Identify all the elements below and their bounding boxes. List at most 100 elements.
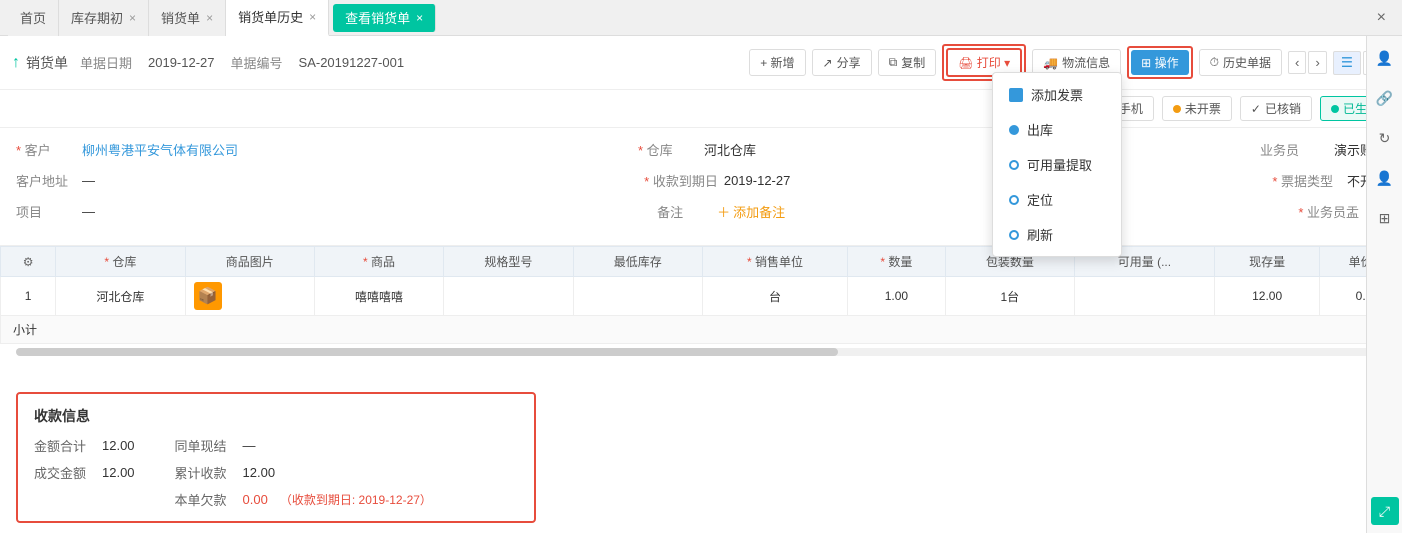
tab-sales[interactable]: 销货单 ×	[149, 0, 226, 36]
tab-sales-history[interactable]: 销货单历史 ×	[226, 0, 329, 36]
date-label: 单据日期	[80, 53, 132, 72]
amount-total-value: 12.00	[102, 438, 135, 453]
next-button[interactable]: ›	[1308, 51, 1326, 74]
outbound-item[interactable]: 出库	[993, 112, 1121, 147]
truck-icon: 🚚	[1043, 56, 1058, 70]
doc-type-label: 销货单	[26, 53, 68, 73]
tab-home[interactable]: 首页	[8, 0, 59, 36]
accumulated-value: 12.00	[243, 465, 276, 480]
row-spec	[444, 277, 573, 316]
payment-info-section: 收款信息 金额合计 12.00 成交金额 12.00 同单现结 — 累计收款	[16, 392, 536, 523]
note-label: 备注	[657, 202, 717, 221]
grid-icon: ⊞	[1141, 56, 1151, 70]
col-current-stock: 现存量	[1214, 247, 1319, 277]
table-area: ⚙ 仓库 商品图片 商品 规格型号 最低库存 销售单位 数量 包装数量 可用量 …	[0, 246, 1402, 382]
row-available	[1074, 277, 1214, 316]
row-quantity: 1.00	[848, 277, 946, 316]
transaction-value: 12.00	[102, 465, 135, 480]
tab-inventory[interactable]: 库存期初 ×	[59, 0, 149, 36]
global-close-button[interactable]: ×	[1369, 5, 1394, 31]
not-open-button[interactable]: 未开票	[1162, 96, 1232, 121]
row-min-stock	[573, 277, 702, 316]
warehouse-value: 河北仓库	[704, 140, 756, 159]
doc-meta: 单据日期 2019-12-27 单据编号 SA-20191227-001	[80, 53, 404, 72]
refresh-icon	[1009, 230, 1019, 240]
history-button[interactable]: ⏱ 历史单据	[1199, 49, 1282, 76]
accumulated-label: 累计收款	[175, 463, 235, 482]
product-table: ⚙ 仓库 商品图片 商品 规格型号 最低库存 销售单位 数量 包装数量 可用量 …	[0, 246, 1402, 344]
add-invoice-item[interactable]: 添加发票	[993, 77, 1121, 112]
subtotal-label: 小计	[1, 316, 1402, 344]
project-label: 项目	[16, 202, 76, 221]
no-label: 单据编号	[231, 53, 283, 72]
copy-button[interactable]: ⧉ 复制	[878, 49, 937, 76]
new-button[interactable]: + 新增	[749, 49, 805, 76]
list-view-button[interactable]: ☰	[1333, 51, 1361, 75]
warehouse-label: 仓库	[638, 140, 698, 159]
sidebar-expand-icon[interactable]: ⤢	[1371, 497, 1399, 525]
sidebar-contacts-icon[interactable]: 👤	[1371, 44, 1399, 72]
operation-dropdown: 添加发票 出库 可用量提取 定位 刷新	[992, 72, 1122, 257]
payment-date-value: 2019-12-27	[724, 173, 791, 188]
payment-info-rows: 金额合计 12.00 成交金额 12.00 同单现结 — 累计收款 12.00	[34, 436, 518, 509]
status-bar: 📱 来自手机 未开票 ✓ 已核销 已生效	[0, 90, 1402, 128]
staff-label: 业务员	[1260, 140, 1320, 159]
customer-field: 客户 柳州粤港平安气体有限公司	[16, 140, 638, 159]
col-quantity: 数量	[848, 247, 946, 277]
scroll-thumb[interactable]	[16, 348, 838, 356]
sidebar-rotate-icon[interactable]: ↻	[1371, 124, 1399, 152]
subtotal-row: 小计	[1, 316, 1402, 344]
operation-highlight-box: ⊞ 操作	[1127, 46, 1192, 79]
warehouse-field: 仓库 河北仓库	[638, 140, 1260, 159]
note-field: 备注 ＋ 添加备注	[657, 202, 1298, 221]
gear-icon[interactable]: ⚙	[23, 255, 34, 269]
operation-button[interactable]: ⊞ 操作	[1131, 50, 1188, 75]
form-area: 客户 柳州粤港平安气体有限公司 仓库 河北仓库 业务员 演示账号 客户地址 — …	[0, 128, 1402, 246]
address-value: —	[82, 173, 95, 188]
add-invoice-icon	[1009, 88, 1023, 102]
customer-value[interactable]: 柳州粤港平安气体有限公司	[82, 140, 238, 159]
tab-sales-close[interactable]: ×	[206, 11, 213, 25]
current-owe-value: 0.00	[243, 492, 268, 507]
tab-bar: 首页 库存期初 × 销货单 × 销货单历史 × 查看销货单 × ×	[0, 0, 1402, 36]
locate-icon	[1009, 195, 1019, 205]
available-qty-item[interactable]: 可用量提取	[993, 147, 1121, 182]
tab-view-sales[interactable]: 查看销货单 ×	[333, 4, 436, 32]
refresh-item[interactable]: 刷新	[993, 217, 1121, 252]
tab-sales-history-close[interactable]: ×	[309, 10, 316, 24]
print-dropdown-arrow[interactable]: ▾	[1004, 56, 1010, 70]
table-scroll[interactable]: ⚙ 仓库 商品图片 商品 规格型号 最低库存 销售单位 数量 包装数量 可用量 …	[0, 246, 1402, 344]
project-field: 项目 —	[16, 202, 657, 221]
horizontal-scrollbar[interactable]	[16, 348, 1386, 356]
col-warehouse: 仓库	[56, 247, 185, 277]
available-qty-icon	[1009, 160, 1019, 170]
payment-date-field: 收款到期日 2019-12-27	[644, 171, 1272, 190]
sold-dot	[1331, 105, 1339, 113]
tab-view-sales-close[interactable]: ×	[416, 11, 423, 25]
outbound-icon	[1009, 125, 1019, 135]
main-area: ↑ 销货单 单据日期 2019-12-27 单据编号 SA-20191227-0…	[0, 36, 1402, 533]
prev-button[interactable]: ‹	[1288, 51, 1306, 74]
not-open-dot	[1173, 105, 1181, 113]
copy-icon: ⧉	[889, 55, 898, 70]
plus-icon: ＋	[717, 202, 730, 221]
add-note-button[interactable]: ＋ 添加备注	[717, 202, 785, 221]
sidebar-link-icon[interactable]: 🔗	[1371, 84, 1399, 112]
transaction-label: 成交金额	[34, 463, 94, 482]
project-value: —	[82, 204, 95, 219]
share-button[interactable]: ↗ 分享	[812, 49, 872, 76]
col-unit: 销售单位	[702, 247, 847, 277]
confirm-button[interactable]: ✓ 已核销	[1240, 96, 1312, 121]
nav-arrows: ‹ ›	[1288, 51, 1327, 74]
locate-item[interactable]: 定位	[993, 182, 1121, 217]
check-icon: ✓	[1251, 102, 1261, 116]
sidebar-person-icon[interactable]: 👤	[1371, 164, 1399, 192]
tab-inventory-close[interactable]: ×	[129, 11, 136, 25]
product-image: 📦	[194, 282, 222, 310]
sidebar-layers-icon[interactable]: ⊞	[1371, 204, 1399, 232]
form-row-3: 项目 — 备注 ＋ 添加备注 业务员盂 —	[16, 202, 1386, 221]
same-order-label: 同单现结	[175, 436, 235, 455]
transaction-item: 成交金额 12.00	[34, 463, 135, 482]
accumulated-item: 累计收款 12.00	[175, 463, 432, 482]
col-gear[interactable]: ⚙	[1, 247, 56, 277]
